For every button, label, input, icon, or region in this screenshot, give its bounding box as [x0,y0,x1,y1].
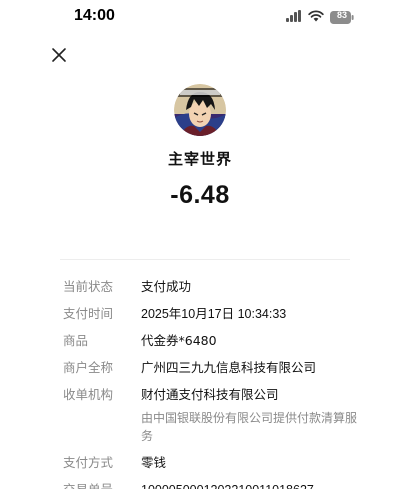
detail-row-product: 商品 代金券*6480 [63,332,363,350]
time-value: 2025年10月17日 10:34:33 [141,307,287,321]
status-value: 支付成功 [141,279,192,294]
time-label: 支付时间 [63,306,114,321]
detail-row-merchant: 商户全称 广州四三九九信息科技有限公司 [63,359,363,377]
method-label: 支付方式 [63,455,114,470]
transaction-number[interactable]: 100005000120221001101862​7 [141,481,314,489]
battery-icon: 83 [330,9,354,24]
payment-amount: -6.48 [170,181,230,209]
close-button[interactable] [48,44,70,66]
product-value: 代金券*6480 [141,333,217,348]
merchant-section: 主宰世界 -6.48 [0,84,400,210]
transaction-label: 交易单号 [63,481,141,489]
close-icon [52,48,66,62]
status-time: 14:00 [74,7,115,24]
merchant-label: 商户全称 [63,360,114,375]
acquirer-label: 收单机构 [63,387,114,402]
wifi-icon [308,9,324,22]
acquirer-value: 财付通支付科技有限公司 [141,387,279,402]
product-label: 商品 [63,333,89,348]
detail-row-method: 支付方式 零钱 [63,454,363,472]
battery-level: 83 [336,10,347,20]
payment-details: 当前状态 支付成功 支付时间 2025年10月17日 10:34:33 商品 代… [63,278,363,489]
merchant-avatar [174,84,226,136]
status-icons: 83 [286,9,354,24]
detail-row-status: 当前状态 支付成功 [63,278,363,296]
detail-row-transaction: 交易单号 100005000120221001101862​7 [63,481,363,489]
detail-row-acquirer: 收单机构 财付通支付科技有限公司 [63,386,363,404]
acquirer-note: 由中国银联股份有限公司提供付款清算服务 [141,411,358,443]
merchant-full-name: 广州四三九九信息科技有限公司 [141,360,317,375]
status-bar: 14:00 83 [0,0,400,34]
method-value: 零钱 [141,455,167,470]
signal-icon [286,9,302,22]
detail-row-time: 支付时间 2025年10月17日 10:34:33 [63,305,363,323]
divider [60,259,350,260]
status-label: 当前状态 [63,279,114,294]
merchant-name: 主宰世界 [167,150,232,168]
